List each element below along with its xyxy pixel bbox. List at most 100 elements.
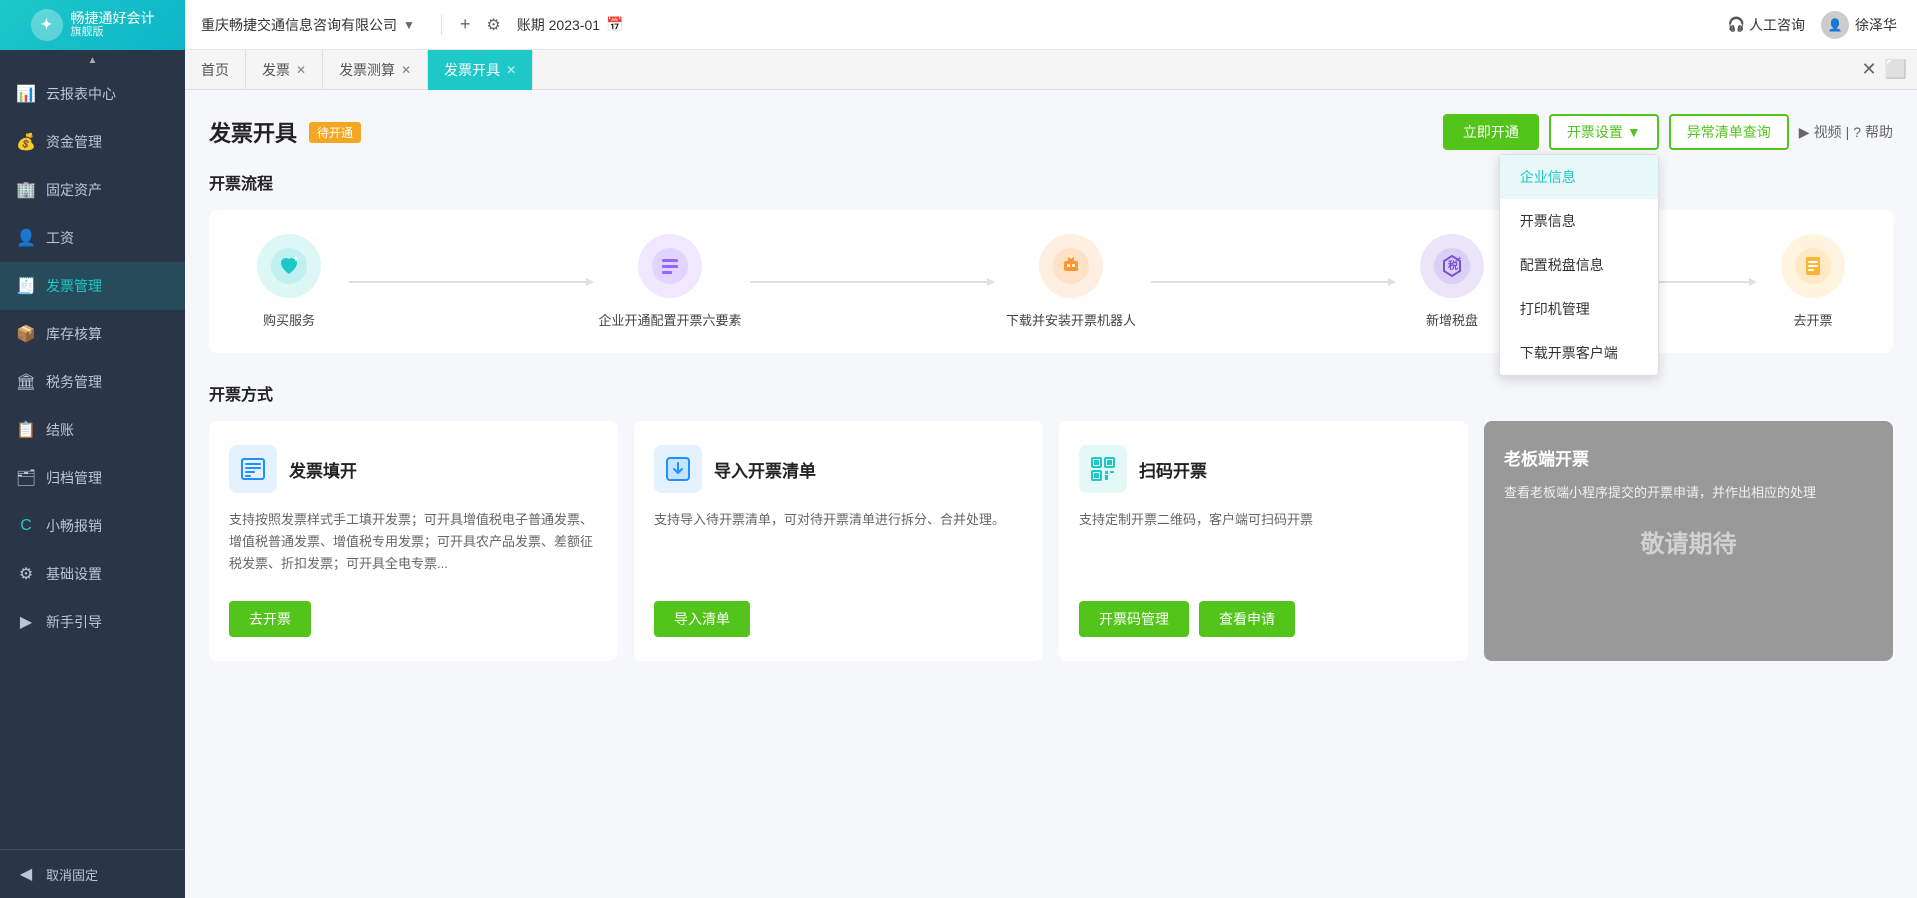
- avatar: 👤: [1821, 11, 1849, 39]
- chevron-down-icon: ▼: [403, 18, 415, 32]
- sidebar-item-yunbao[interactable]: 📊 云报表中心: [0, 70, 185, 118]
- sidebar-item-zijin[interactable]: 💰 资金管理: [0, 118, 185, 166]
- logo-icon: ✦: [31, 9, 63, 41]
- sidebar-item-gongzi[interactable]: 👤 工资: [0, 214, 185, 262]
- invoice-icon: 🧾: [16, 276, 36, 296]
- settings-dropdown-wrapper: 开票设置 ▼ 企业信息 开票信息: [1549, 114, 1659, 150]
- dropdown-item-company[interactable]: 企业信息: [1500, 155, 1658, 199]
- dropdown-item-invoice-info[interactable]: 开票信息: [1500, 199, 1658, 243]
- list-icon: [652, 248, 688, 284]
- pin-icon: ◀: [16, 864, 36, 884]
- scan-desc: 支持定制开票二维码，客户端可扫码开票: [1079, 509, 1448, 569]
- question-icon: ?: [1853, 124, 1861, 140]
- divider: [441, 15, 442, 35]
- flow-step-5: 去开票: [1753, 234, 1873, 329]
- step-icon-invoice: [1781, 234, 1845, 298]
- settings-dropdown: 企业信息 开票信息 配置税盘信息 打印机管理 下载开票客户端: [1499, 154, 1659, 376]
- scan-title: 扫码开票: [1139, 457, 1207, 482]
- chevron-down-icon: ▼: [1627, 124, 1641, 140]
- user-menu[interactable]: 👤 徐泽华: [1821, 11, 1897, 39]
- step-label-3: 下载并安装开票机器人: [1006, 310, 1136, 329]
- company-selector[interactable]: 重庆畅捷交通信息咨询有限公司 ▼: [185, 15, 431, 35]
- expand-btn[interactable]: ⬜: [1885, 59, 1907, 80]
- scroll-up-btn[interactable]: ▲: [0, 50, 185, 70]
- sidebar-item-gudingzichan[interactable]: 🏢 固定资产: [0, 166, 185, 214]
- person-icon: 👤: [16, 228, 36, 248]
- dropdown-item-printer[interactable]: 打印机管理: [1500, 287, 1658, 331]
- close-icon[interactable]: ✕: [401, 63, 411, 77]
- close-tab-btn[interactable]: ✕: [1861, 59, 1876, 80]
- settings-icon[interactable]: ⚙: [478, 15, 508, 35]
- flow-step-1: + 购买服务: [229, 234, 349, 329]
- step-icon-config: [638, 234, 702, 298]
- tab-home[interactable]: 首页: [185, 50, 246, 90]
- calendar-icon[interactable]: 📅: [606, 16, 623, 33]
- tax-disk-icon: 税 +: [1434, 248, 1470, 284]
- sidebar-item-shuiwu[interactable]: 🏛 税务管理: [0, 358, 185, 406]
- checklist-icon: 📋: [16, 420, 36, 440]
- fill-icon: [229, 445, 277, 493]
- step-connector-1: [349, 281, 590, 283]
- settings-button[interactable]: 开票设置 ▼: [1549, 114, 1659, 150]
- tab-invoice-calc[interactable]: 发票测算 ✕: [323, 50, 428, 90]
- page-header: 发票开具 待开通 立即开通 开票设置 ▼: [209, 114, 1893, 150]
- page-actions: 立即开通 开票设置 ▼: [1443, 114, 1893, 150]
- boss-title: 老板端开票: [1504, 445, 1873, 470]
- sidebar-bottom: ◀ 取消固定: [0, 849, 185, 898]
- method-header-fill: 发票填开: [229, 445, 598, 493]
- dropdown-item-download[interactable]: 下载开票客户端: [1500, 331, 1658, 375]
- sidebar-item-jichu[interactable]: ⚙ 基础设置: [0, 550, 185, 598]
- view-apply-button[interactable]: 查看申请: [1199, 601, 1295, 637]
- step-connector-2: [750, 281, 991, 283]
- box-icon: 📦: [16, 324, 36, 344]
- play-icon: ▶: [16, 612, 36, 632]
- methods-section: 开票方式 发票填开 支持按照发票样式手工填: [209, 381, 1893, 661]
- method-card-scan: 扫码开票 支持定制开票二维码，客户端可扫码开票 开票码管理 查看申请: [1059, 421, 1468, 661]
- sidebar-item-cancel[interactable]: ◀ 取消固定: [0, 850, 185, 898]
- tab-invoice[interactable]: 发票 ✕: [246, 50, 323, 90]
- sidebar-item-xinshou[interactable]: ▶ 新手引导: [0, 598, 185, 646]
- close-icon[interactable]: ✕: [506, 63, 516, 77]
- add-button[interactable]: +: [452, 14, 479, 35]
- qrcode-manage-button[interactable]: 开票码管理: [1079, 601, 1189, 637]
- sidebar-item-kucun[interactable]: 📦 库存核算: [0, 310, 185, 358]
- header-right: 🎧 人工咨询 👤 徐泽华: [1728, 11, 1917, 39]
- close-icon[interactable]: ✕: [296, 63, 306, 77]
- import-button[interactable]: 导入清单: [654, 601, 750, 637]
- gear-icon: ⚙: [16, 564, 36, 584]
- robot-icon: [1053, 248, 1089, 284]
- step-label-2: 企业开通配置开票六要素: [598, 310, 741, 329]
- consult-button[interactable]: 🎧 人工咨询: [1728, 15, 1805, 35]
- import-icon: [654, 445, 702, 493]
- money-icon: 💰: [16, 132, 36, 152]
- chart-icon: 📊: [16, 84, 36, 104]
- sidebar-item-fapiao[interactable]: 🧾 发票管理: [0, 262, 185, 310]
- step-label-1: 购买服务: [263, 310, 315, 329]
- sidebar-item-jiezhang[interactable]: 📋 结账: [0, 406, 185, 454]
- dropdown-item-tax-info[interactable]: 配置税盘信息: [1500, 243, 1658, 287]
- heart-plus-icon: +: [271, 248, 307, 284]
- page-title-area: 发票开具 待开通: [209, 116, 361, 148]
- abnormal-button[interactable]: 异常清单查询: [1669, 114, 1789, 150]
- svg-text:+: +: [1457, 254, 1462, 263]
- methods-grid: 发票填开 支持按照发票样式手工填开发票；可开具增值税电子普通发票、增值税普通发票…: [209, 421, 1893, 661]
- methods-title: 开票方式: [209, 381, 1893, 405]
- method-header-scan: 扫码开票: [1079, 445, 1448, 493]
- method-header-import: 导入开票清单: [654, 445, 1023, 493]
- step-connector-3: [1151, 281, 1392, 283]
- step-icon-robot: [1039, 234, 1103, 298]
- tab-invoice-issue[interactable]: 发票开具 ✕: [428, 50, 533, 90]
- fill-goto-button[interactable]: 去开票: [229, 601, 311, 637]
- top-header: ✦ 畅捷通好会计 旗舰版 重庆畅捷交通信息咨询有限公司 ▼ + ⚙ 账期 202…: [0, 0, 1917, 50]
- page-title: 发票开具: [209, 116, 297, 148]
- sidebar-item-xiaochang[interactable]: C 小畅报销: [0, 502, 185, 550]
- step-icon-tax: 税 +: [1420, 234, 1484, 298]
- invoice-doc-icon: [1795, 248, 1831, 284]
- import-title: 导入开票清单: [714, 457, 816, 482]
- sidebar-item-guidang[interactable]: 🗂 归档管理: [0, 454, 185, 502]
- svg-text:+: +: [293, 254, 299, 265]
- video-help-button[interactable]: ▶ 视频 | ? 帮助: [1799, 122, 1893, 142]
- tab-bar: 首页 发票 ✕ 发票测算 ✕ 发票开具 ✕ ✕ ⬜: [185, 50, 1917, 90]
- activate-button[interactable]: 立即开通: [1443, 114, 1539, 150]
- method-card-import: 导入开票清单 支持导入待开票清单，可对待开票清单进行拆分、合并处理。 导入清单: [634, 421, 1043, 661]
